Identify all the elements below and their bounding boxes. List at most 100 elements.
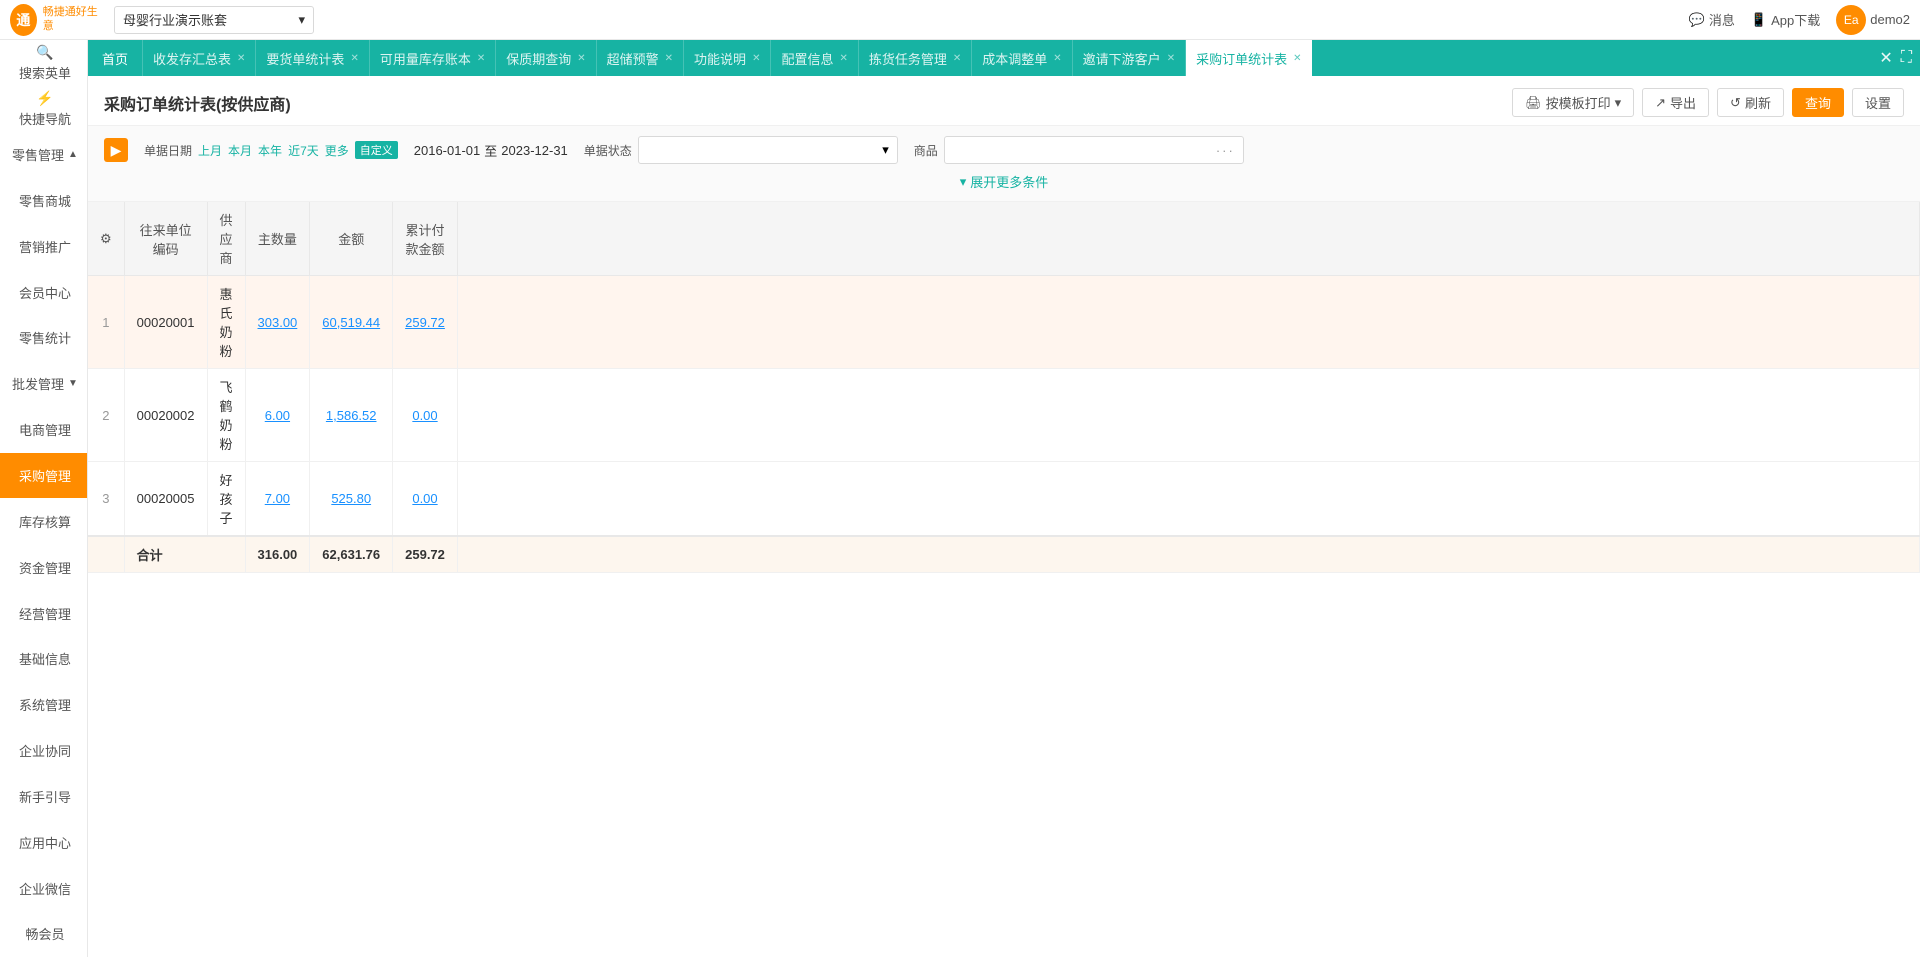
shortcut-this-year[interactable]: 本年 (258, 142, 282, 159)
tab-label-purchase-stats: 要货单统计表 (266, 49, 344, 68)
close-icon[interactable]: ✕ (839, 53, 847, 64)
sidebar-item-members[interactable]: 会员中心 (0, 269, 87, 315)
row-supplier: 惠氏奶粉 (207, 276, 245, 369)
more-dots-icon[interactable]: ··· (1216, 143, 1235, 158)
app-download-btn[interactable]: 📱 App下载 (1751, 10, 1820, 29)
filter-date-range: 2016-01-01 至 2023-12-31 (414, 141, 568, 160)
tab-home[interactable]: 首页 (88, 40, 143, 76)
shortcut-prev-month[interactable]: 上月 (198, 142, 222, 159)
tab-func-desc[interactable]: 功能说明 ✕ (684, 40, 771, 76)
tab-shelf-query[interactable]: 保质期查询 ✕ (496, 40, 596, 76)
username: demo2 (1870, 12, 1910, 27)
refresh-btn[interactable]: ↺ 刷新 (1717, 88, 1784, 117)
sidebar-item-ecommerce[interactable]: 电商管理 (0, 407, 87, 453)
sidebar-item-retail[interactable]: 零售管理 ▲ (0, 132, 87, 178)
tab-label-receive-summary: 收发存汇总表 (153, 49, 231, 68)
template-print-btn[interactable]: 🖨 按模板打印 ▾ (1512, 88, 1634, 117)
sidebar-item-wechat[interactable]: 企业微信 (0, 865, 87, 911)
row-amount[interactable]: 1,586.52 (310, 369, 393, 462)
filter-expand-btn[interactable]: ▶ (104, 138, 128, 162)
close-all-tab-btn[interactable]: ✕ (1879, 48, 1892, 68)
tab-invite-downstream[interactable]: 邀请下游客户 ✕ (1073, 40, 1186, 76)
close-icon[interactable]: ✕ (477, 53, 485, 64)
sidebar-item-search[interactable]: 🔍 搜索英单 (0, 40, 87, 86)
close-icon[interactable]: ✕ (665, 53, 673, 64)
close-icon[interactable]: ✕ (953, 53, 961, 64)
tab-overstock-alert[interactable]: 超储预警 ✕ (597, 40, 684, 76)
close-icon[interactable]: ✕ (1167, 53, 1175, 64)
settings-btn[interactable]: 设置 (1852, 88, 1904, 117)
user-area[interactable]: Ea demo2 (1836, 5, 1910, 35)
sidebar-item-basic[interactable]: 基础信息 (0, 636, 87, 682)
col-code: 往来单位编码 (124, 202, 207, 276)
sidebar-item-marketing[interactable]: 营销推广 (0, 223, 87, 269)
sidebar-label-wechat: 企业微信 (19, 879, 71, 898)
status-select[interactable]: ▾ (638, 136, 898, 164)
tab-purchase-order-stats[interactable]: 采购订单统计表 ✕ (1186, 40, 1312, 76)
row-extra (457, 369, 1919, 462)
tab-inventory-ledger[interactable]: 可用量库存账本 ✕ (370, 40, 496, 76)
export-btn[interactable]: ↗ 导出 (1642, 88, 1709, 117)
logo-text: 畅捷通好生意 (43, 6, 98, 32)
tab-config-info[interactable]: 配置信息 ✕ (771, 40, 858, 76)
sidebar-item-wholesale[interactable]: 批发管理 ▼ (0, 361, 87, 407)
maximize-btn[interactable]: ⛶ (1901, 49, 1912, 67)
tab-receive-summary[interactable]: 收发存汇总表 ✕ (143, 40, 256, 76)
close-icon[interactable]: ✕ (237, 53, 245, 64)
sidebar-item-purchase[interactable]: 采购管理 (0, 453, 87, 499)
sidebar-item-inventory[interactable]: 库存核算 (0, 498, 87, 544)
sidebar-label-retail-stats: 零售统计 (19, 328, 71, 347)
sidebar-item-finance[interactable]: 资金管理 (0, 544, 87, 590)
tab-pick-task[interactable]: 拣货任务管理 ✕ (859, 40, 972, 76)
row-supplier: 飞鹤奶粉 (207, 369, 245, 462)
export-label: 导出 (1670, 93, 1696, 112)
close-icon[interactable]: ✕ (350, 53, 358, 64)
sidebar-item-operation[interactable]: 经营管理 (0, 590, 87, 636)
row-paid[interactable]: 259.72 (393, 276, 458, 369)
sidebar-item-coop[interactable]: 企业协同 (0, 728, 87, 774)
workspace-selector[interactable]: 母婴行业演示账套 ▾ (114, 6, 314, 34)
shortcut-more[interactable]: 更多 (325, 142, 349, 159)
query-btn[interactable]: 查询 (1792, 88, 1844, 117)
col-settings[interactable]: ⚙ (88, 202, 124, 276)
tab-label-shelf-query: 保质期查询 (506, 49, 571, 68)
shortcut-this-month[interactable]: 本月 (228, 142, 252, 159)
sidebar-item-appcenter[interactable]: 应用中心 (0, 819, 87, 865)
row-amount[interactable]: 60,519.44 (310, 276, 393, 369)
filter-goods-label: 商品 (914, 142, 938, 159)
tab-cost-adjust[interactable]: 成本调整单 ✕ (972, 40, 1072, 76)
row-paid[interactable]: 0.00 (393, 369, 458, 462)
chevron-down-icon: ▾ (960, 174, 967, 190)
print-icon: 🖨 (1525, 95, 1542, 111)
filter-row-1: ▶ 单据日期 上月 本月 本年 近7天 更多 自定义 2016-01-01 (104, 136, 1904, 164)
workspace-name: 母婴行业演示账套 (123, 10, 227, 29)
row-amount[interactable]: 525.80 (310, 462, 393, 537)
sidebar-item-system[interactable]: 系统管理 (0, 682, 87, 728)
row-paid[interactable]: 0.00 (393, 462, 458, 537)
row-qty[interactable]: 7.00 (245, 462, 310, 537)
col-supplier: 供应商 (207, 202, 245, 276)
close-icon[interactable]: ✕ (752, 53, 760, 64)
close-icon[interactable]: ✕ (577, 53, 585, 64)
logo-icon: 通 (10, 4, 37, 36)
sidebar-label-newguide: 新手引导 (19, 787, 71, 806)
custom-date-badge[interactable]: 自定义 (355, 141, 398, 159)
sidebar-item-retail-mall[interactable]: 零售商城 (0, 178, 87, 224)
goods-input[interactable]: ··· (944, 136, 1244, 164)
col-paid: 累计付款金额 (393, 202, 458, 276)
sidebar-item-newguide[interactable]: 新手引导 (0, 774, 87, 820)
page-content: 采购订单统计表(按供应商) 🖨 按模板打印 ▾ ↗ 导出 ↺ 刷新 (88, 76, 1920, 957)
close-icon[interactable]: ✕ (1053, 53, 1061, 64)
sidebar-item-retail-stats[interactable]: 零售统计 (0, 315, 87, 361)
close-icon[interactable]: ✕ (1293, 53, 1301, 64)
row-qty[interactable]: 6.00 (245, 369, 310, 462)
footer-label: 合计 (124, 536, 245, 573)
tab-purchase-stats[interactable]: 要货单统计表 ✕ (256, 40, 369, 76)
message-btn[interactable]: 💬 消息 (1689, 10, 1735, 29)
tab-label-config-info: 配置信息 (781, 49, 833, 68)
sidebar-item-quicknav[interactable]: ⚡ 快捷导航 (0, 86, 87, 132)
expand-more-btn[interactable]: ▾ 展开更多条件 (960, 172, 1049, 191)
shortcut-7days[interactable]: 近7天 (288, 142, 319, 159)
row-qty[interactable]: 303.00 (245, 276, 310, 369)
sidebar-item-vip[interactable]: 畅会员 (0, 911, 87, 957)
